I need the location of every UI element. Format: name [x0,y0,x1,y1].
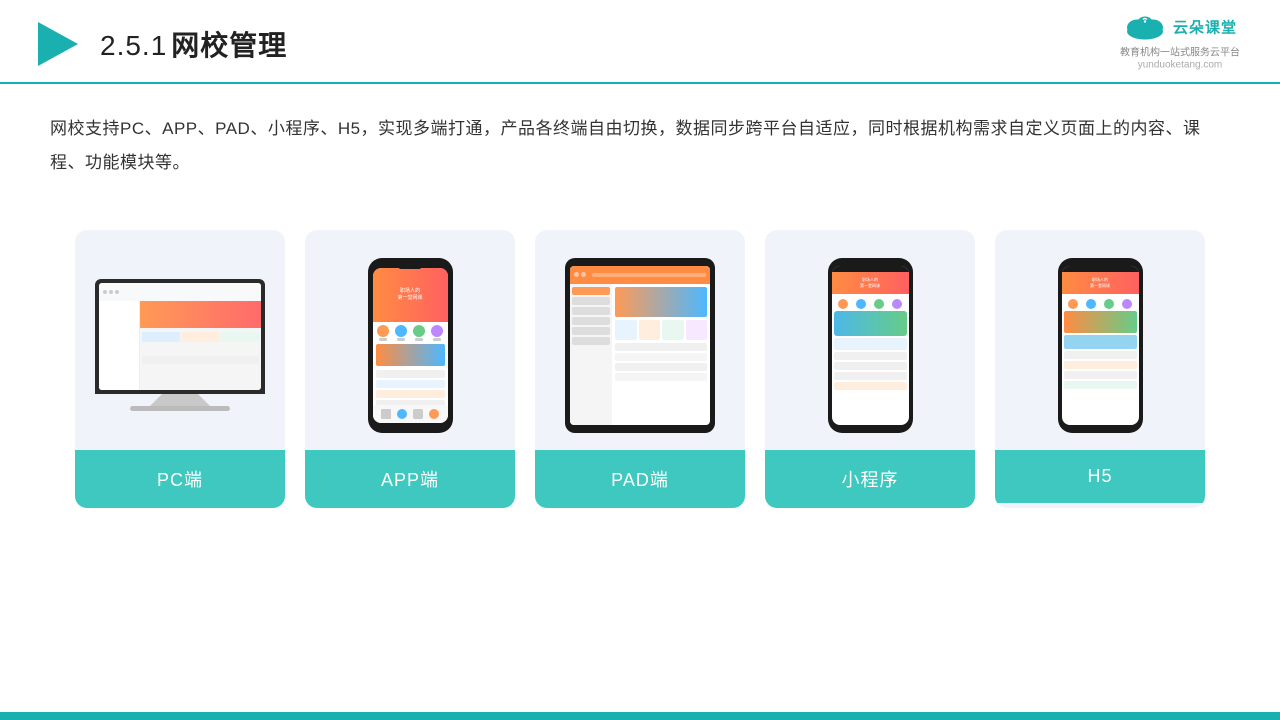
brand-logo: 云朵课堂 教育机构一站式服务云平台 yunduoketang.com [1120,12,1240,71]
device-ipad [565,258,715,433]
card-pad: PAD端 [535,230,745,508]
page-header: 2.5.1网校管理 云朵课堂 教育机构一站式服务云平台 yunduoketang… [0,0,1280,84]
device-pc [95,279,265,411]
card-mini-label: 小程序 [765,450,975,508]
card-mini-image: 职场人的第一堂网课 [765,230,975,450]
platform-cards: PC端 职场人的第一堂网课 [0,200,1280,548]
device-miniphone: 职场人的第一堂网课 [828,258,913,433]
card-pc-image [75,230,285,450]
card-app-label: APP端 [305,450,515,508]
logo-icon [30,18,82,70]
brand-tagline: 教育机构一站式服务云平台 [1120,44,1240,59]
card-h5: 职场人的第一堂网课 [995,230,1205,508]
cloud-icon [1123,12,1167,42]
brand-name: 云朵课堂 [1173,16,1237,37]
device-h5-phone: 职场人的第一堂网课 [1058,258,1143,433]
card-pad-label: PAD端 [535,450,745,508]
card-h5-image: 职场人的第一堂网课 [995,230,1205,450]
brand-url: yunduoketang.com [1138,60,1223,71]
device-app-phone: 职场人的第一堂网课 [368,258,453,433]
card-mini: 职场人的第一堂网课 [765,230,975,508]
card-pc-label: PC端 [75,450,285,508]
card-app: 职场人的第一堂网课 [305,230,515,508]
card-pc: PC端 [75,230,285,508]
card-pad-image [535,230,745,450]
description-text: 网校支持PC、APP、PAD、小程序、H5，实现多端打通，产品各终端自由切换，数… [0,84,1280,190]
card-h5-label: H5 [995,450,1205,503]
page-title: 2.5.1网校管理 [100,24,287,64]
card-app-image: 职场人的第一堂网课 [305,230,515,450]
bottom-bar [0,712,1280,720]
